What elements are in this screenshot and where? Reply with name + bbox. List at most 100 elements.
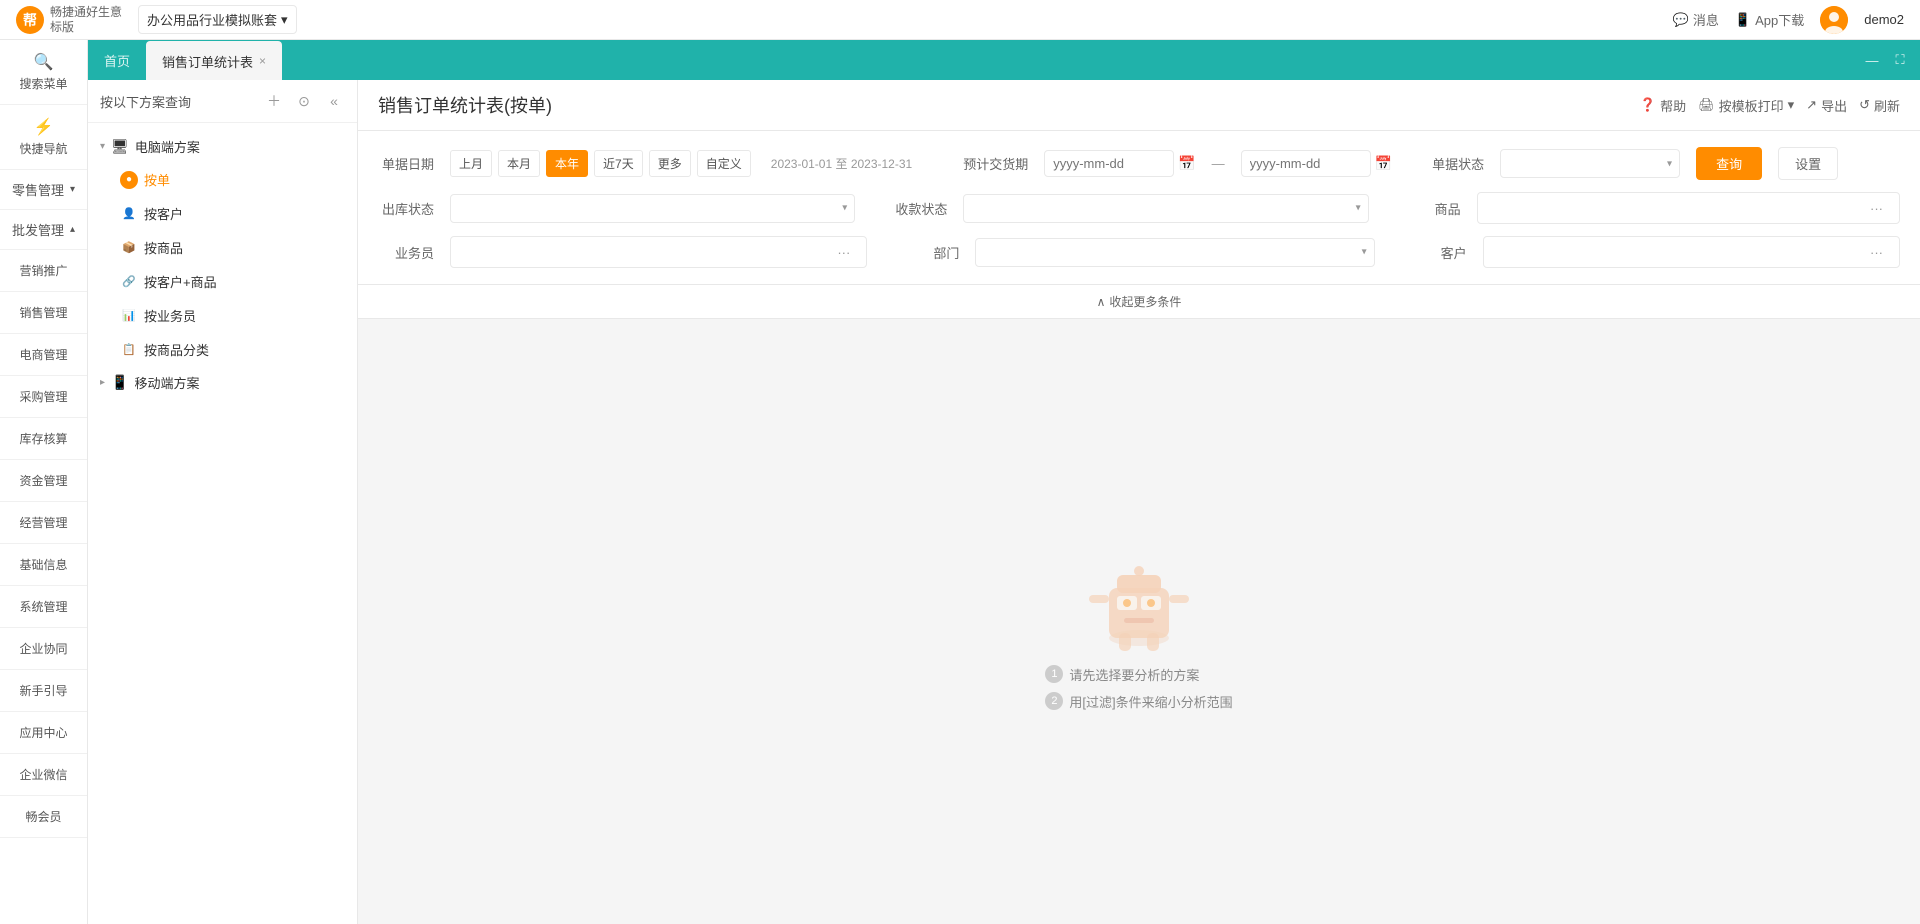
scheme-group-mobile: ▸ 📱 移动端方案 <box>88 367 357 398</box>
search-icon: 🔍 <box>34 52 54 72</box>
sidebar-item-appcenter[interactable]: 应用中心 <box>0 712 87 754</box>
sidebar-item-basic[interactable]: 基础信息 <box>0 544 87 586</box>
sidebar-item-purchase[interactable]: 采购管理 <box>0 376 87 418</box>
sidebar-item-retail[interactable]: 零售管理 ▾ <box>0 170 87 210</box>
expected-delivery-start: 📅 <box>1044 150 1195 177</box>
tab-home[interactable]: 首页 <box>88 40 146 80</box>
collapse-bar[interactable]: ∧ 收起更多条件 <box>358 285 1920 319</box>
goods-icon: 📦 <box>120 239 138 257</box>
sidebar-item-label: 零售管理 <box>12 180 64 199</box>
chevron-down-icon: ▾ <box>281 12 288 28</box>
sidebar-item-label: 应用中心 <box>19 724 67 741</box>
salesperson-input[interactable] <box>459 245 829 260</box>
collapse-panel-button[interactable]: « <box>323 90 345 112</box>
avatar[interactable] <box>1820 6 1848 34</box>
sidebar-item-quicknav[interactable]: ⚡ 快捷导航 <box>0 105 87 170</box>
sidebar-item-ecommerce[interactable]: 电商管理 <box>0 334 87 376</box>
refresh-button[interactable]: ↺ 刷新 <box>1859 96 1900 115</box>
help-button[interactable]: ❓ 帮助 <box>1640 96 1686 115</box>
customer-more-icon[interactable]: ··· <box>1862 241 1891 264</box>
messages-button[interactable]: 💬 消息 <box>1673 10 1719 29</box>
goods-label: 商品 <box>1405 199 1461 218</box>
date-btn-this-year[interactable]: 本年 <box>546 150 588 177</box>
date-btn-last-7-days[interactable]: 近7天 <box>594 150 643 177</box>
status-label: 单据状态 <box>1428 154 1484 173</box>
sidebar-item-newbie[interactable]: 新手引导 <box>0 670 87 712</box>
payment-status-select-wrap: ▾ <box>963 194 1368 223</box>
content-area: 按以下方案查询 ＋ ⊙ « ▾ � <box>88 80 1920 924</box>
settings-scheme-button[interactable]: ⊙ <box>293 90 315 112</box>
out-status-select[interactable] <box>450 194 855 223</box>
scheme-item-label: 按客户+商品 <box>144 272 217 291</box>
user-name[interactable]: demo2 <box>1864 12 1904 27</box>
status-select[interactable] <box>1500 149 1680 178</box>
goods-input[interactable] <box>1486 201 1862 216</box>
sidebar-item-search[interactable]: 🔍 搜索菜单 <box>0 40 87 105</box>
date-btn-more[interactable]: 更多 <box>649 150 691 177</box>
export-icon: ↗ <box>1806 97 1817 113</box>
sidebar-item-members[interactable]: 畅会员 <box>0 796 87 838</box>
left-panel: 按以下方案查询 ＋ ⊙ « ▾ � <box>88 80 358 924</box>
add-scheme-button[interactable]: ＋ <box>263 90 285 112</box>
template-print-button[interactable]: 🖨 按模板打印 ▾ <box>1698 96 1794 115</box>
scheme-item-by-category[interactable]: 📋 按商品分类 <box>92 333 353 366</box>
collapse-label: 收起更多条件 <box>1109 293 1181 310</box>
sidebar-item-wholesale[interactable]: 批发管理 ▴ <box>0 210 87 250</box>
sidebar-item-inventory[interactable]: 库存核算 <box>0 418 87 460</box>
scheme-item-by-goods[interactable]: 📦 按商品 <box>92 231 353 264</box>
reset-button[interactable]: 设置 <box>1778 147 1838 180</box>
sidebar-item-label: 系统管理 <box>19 598 67 615</box>
export-button[interactable]: ↗ 导出 <box>1806 96 1847 115</box>
scheme-item-by-salesperson[interactable]: 📊 按业务员 <box>92 299 353 332</box>
left-panel-title: 按以下方案查询 <box>100 92 255 111</box>
empty-state: 1 请先选择要分析的方案 2 用[过滤]条件来缩小分析范围 <box>358 319 1920 924</box>
expected-delivery-start-input[interactable] <box>1044 150 1174 177</box>
sidebar-item-sales[interactable]: 销售管理 <box>0 292 87 334</box>
date-btn-this-month[interactable]: 本月 <box>498 150 540 177</box>
calendar-end-icon[interactable]: 📅 <box>1375 155 1392 172</box>
salesperson-label: 业务员 <box>378 243 434 262</box>
date-dash: — <box>1212 156 1225 171</box>
app-download-button[interactable]: 📱 App下载 <box>1735 10 1804 29</box>
account-selector[interactable]: 办公用品行业模拟账套 ▾ <box>138 5 297 34</box>
maximize-icon: ⛶ <box>1895 52 1904 68</box>
scheme-item-by-customer-goods[interactable]: 🔗 按客户+商品 <box>92 265 353 298</box>
scheme-group-mobile-header[interactable]: ▸ 📱 移动端方案 <box>88 367 357 398</box>
maximize-button[interactable]: ⛶ <box>1888 48 1912 72</box>
scheme-item-by-order[interactable]: ● 按单 <box>92 163 353 196</box>
scheme-group-desktop-header[interactable]: ▾ 🖥 电脑端方案 <box>88 131 357 162</box>
sidebar-item-enterprise[interactable]: 企业协同 <box>0 628 87 670</box>
minimize-button[interactable]: — <box>1860 48 1884 72</box>
sidebar-item-label: 营销推广 <box>19 262 67 279</box>
salesperson-more-icon[interactable]: ··· <box>829 241 858 264</box>
tab-close-icon[interactable]: × <box>259 54 266 68</box>
date-label: 单据日期 <box>378 154 434 173</box>
sidebar-item-marketing[interactable]: 营销推广 <box>0 250 87 292</box>
tab-bar-actions: — ⛶ <box>1860 48 1920 72</box>
print-icon: 🖨 <box>1698 97 1715 113</box>
date-btn-last-month[interactable]: 上月 <box>450 150 492 177</box>
chevron-up-icon: ▴ <box>70 224 75 235</box>
scheme-item-label: 按单 <box>144 170 170 189</box>
message-icon: 💬 <box>1673 12 1689 28</box>
department-select[interactable] <box>975 238 1374 267</box>
sidebar-item-corpwechat[interactable]: 企业微信 <box>0 754 87 796</box>
search-button[interactable]: 查询 <box>1696 147 1762 180</box>
filter-row-3: 业务员 ··· 部门 ▾ 客户 ··· <box>378 236 1900 268</box>
sidebar-item-operations[interactable]: 经营管理 <box>0 502 87 544</box>
scheme-list: ▾ 🖥 电脑端方案 ● 按单 👤 按客户 <box>88 123 357 924</box>
sidebar: 🔍 搜索菜单 ⚡ 快捷导航 零售管理 ▾ 批发管理 ▴ 营销推广 销售管理 电商… <box>0 40 88 924</box>
tab-sales-order-stats[interactable]: 销售订单统计表 × <box>146 41 282 81</box>
payment-status-select[interactable] <box>963 194 1368 223</box>
payment-status-label: 收款状态 <box>891 199 947 218</box>
sidebar-item-system[interactable]: 系统管理 <box>0 586 87 628</box>
calendar-icon[interactable]: 📅 <box>1178 155 1195 172</box>
expected-delivery-end-input[interactable] <box>1241 150 1371 177</box>
out-status-select-wrap: ▾ <box>450 194 855 223</box>
goods-more-icon[interactable]: ··· <box>1862 197 1891 220</box>
empty-illustration <box>1079 533 1199 653</box>
date-btn-custom[interactable]: 自定义 <box>697 150 751 177</box>
sidebar-item-finance[interactable]: 资金管理 <box>0 460 87 502</box>
customer-input[interactable] <box>1492 245 1862 260</box>
scheme-item-by-customer[interactable]: 👤 按客户 <box>92 197 353 230</box>
